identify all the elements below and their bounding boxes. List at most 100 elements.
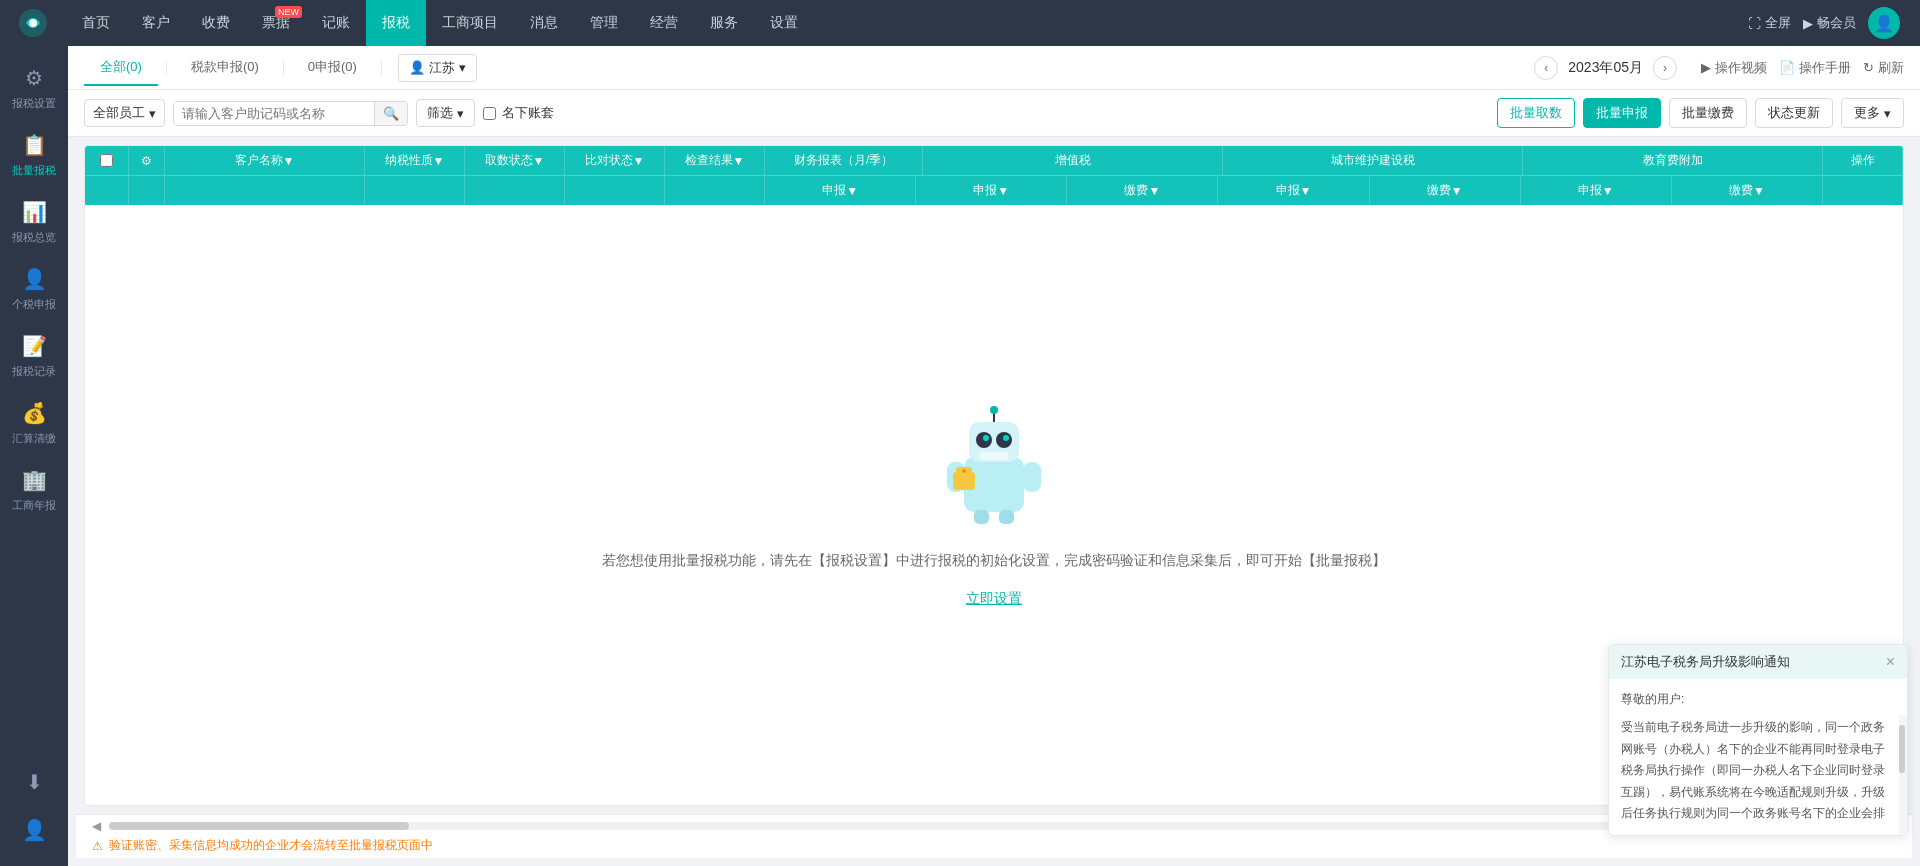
table-header: ⚙ 客户名称 ▼ 纳税性质 ▼ 取数状态 ▼ [85,146,1903,205]
video-icon: ▶ [1701,60,1711,75]
sidebar-download[interactable]: ⬇ [0,758,68,806]
nav-operation[interactable]: 经营 [634,0,694,46]
notification-header: 江苏电子税务局升级影响通知 × [1609,645,1907,679]
notification-scrollbar[interactable] [1899,715,1907,835]
nav-tax[interactable]: 报税 [366,0,426,46]
sidebar-item-tax-settings[interactable]: ⚙ 报税设置 [0,54,68,121]
notification-close-button[interactable]: × [1886,653,1895,671]
svg-rect-16 [999,510,1014,524]
sidebar-item-personal-tax[interactable]: 👤 个税申报 [0,255,68,322]
notification-body: 尊敬的用户: 受当前电子税务局进一步升级的影响，同一个政务网账号（办税人）名下的… [1609,679,1907,835]
tab-divider-2 [283,60,284,76]
sidebar-user[interactable]: 👤 [0,806,68,854]
region-selector[interactable]: 👤 江苏 ▾ [398,54,477,82]
scroll-thumb [109,822,409,830]
tax-settings-icon: ⚙ [20,64,48,92]
th2-tax-spacer: . [365,176,465,205]
app-logo[interactable] [10,0,56,46]
th2-vat-report: 申报 ▼ [916,176,1067,205]
th-finance-group: 财务报表（月/季） [765,146,923,175]
select-all-checkbox[interactable] [100,154,113,167]
sort-icon-vat-report: ▼ [997,184,1009,198]
sidebar-item-tax-overview[interactable]: 📊 报税总览 [0,188,68,255]
robot-illustration [929,402,1059,532]
th2-vat-pay: 缴费 ▼ [1067,176,1218,205]
th-edu-group: 教育费附加 [1523,146,1823,175]
sub-account-check-input[interactable] [483,107,496,120]
notification-greeting: 尊敬的用户: [1621,689,1895,711]
nav-invoice[interactable]: 票据 NEW [246,0,306,46]
nav-accounting[interactable]: 记账 [306,0,366,46]
empty-message: 若您想使用批量报税功能，请先在【报税设置】中进行报税的初始化设置，完成密码验证和… [602,548,1386,573]
sort-icon-fetch: ▼ [533,154,545,168]
search-input[interactable] [174,102,374,125]
nav-message[interactable]: 消息 [514,0,574,46]
th2-finance-report: 申报 ▼ [765,176,916,205]
th-checkbox[interactable] [85,146,129,175]
employee-select[interactable]: 全部员工 ▾ [84,99,165,127]
tab-right-actions: ▶ 操作视频 📄 操作手册 ↻ 刷新 [1701,59,1904,77]
sort-icon-city-pay: ▼ [1451,184,1463,198]
user-avatar[interactable]: 👤 [1868,7,1900,39]
toolbar: 全部员工 ▾ 🔍 筛选 ▾ 名下账套 批量取数 批量申报 批量缴费 状态更新 [68,90,1920,137]
operation-manual-link[interactable]: 📄 操作手册 [1779,59,1851,77]
notification-title: 江苏电子税务局升级影响通知 [1621,653,1790,671]
tab-zero-report[interactable]: 0申报(0) [292,50,373,86]
header-row-2: . . . . . . . 申报 ▼ 申报 [85,175,1903,205]
nav-settings[interactable]: 设置 [754,0,814,46]
warning-icon: ⚠ [92,839,103,853]
filter-dropdown-icon: ▾ [457,106,464,121]
more-dropdown-icon: ▾ [1884,106,1891,121]
sidebar-item-annual-report[interactable]: 🏢 工商年报 [0,456,68,523]
sort-icon-vat-pay: ▼ [1148,184,1160,198]
batch-report-button[interactable]: 批量申报 [1583,98,1661,128]
nav-service[interactable]: 服务 [694,0,754,46]
th2-settings-spacer: . [129,176,165,205]
nav-fee[interactable]: 收费 [186,0,246,46]
header-row-1: ⚙ 客户名称 ▼ 纳税性质 ▼ 取数状态 ▼ [85,146,1903,175]
operation-video-link[interactable]: ▶ 操作视频 [1701,59,1767,77]
top-right-actions: ⛶ 全屏 ▶ 畅会员 👤 [1748,7,1900,39]
tab-tax-report[interactable]: 税款申报(0) [175,50,275,86]
filter-button[interactable]: 筛选 ▾ [416,99,475,127]
month-navigator: ‹ 2023年05月 › [1534,56,1677,80]
sidebar-item-annual-settlement[interactable]: 💰 汇算清缴 [0,389,68,456]
scroll-left-arrow[interactable]: ◀ [92,819,101,833]
nav-management[interactable]: 管理 [574,0,634,46]
th-ratio-status: 比对状态 ▼ [565,146,665,175]
search-button[interactable]: 🔍 [374,102,407,125]
tab-divider-1 [166,60,167,76]
sidebar-item-tax-record[interactable]: 📝 报税记录 [0,322,68,389]
month-next-button[interactable]: › [1653,56,1677,80]
employee-select-label: 全部员工 [93,104,145,122]
user-icon: 👤 [20,816,48,844]
region-icon: 👤 [409,60,425,75]
toolbar-right-actions: 批量取数 批量申报 批量缴费 状态更新 更多 ▾ [1497,98,1904,128]
tab-all[interactable]: 全部(0) [84,50,158,86]
vip-icon: ▶ [1803,16,1813,31]
sidebar-item-batch-tax[interactable]: 📋 批量报税 [0,121,68,188]
more-button[interactable]: 更多 ▾ [1841,98,1904,128]
notification-panel: 江苏电子税务局升级影响通知 × 尊敬的用户: 受当前电子税务局进一步升级的影响，… [1608,644,1908,836]
svg-rect-12 [1023,462,1041,492]
svg-rect-15 [974,510,989,524]
top-navigation: 首页 客户 收费 票据 NEW 记账 报税 工商项目 消息 管理 经营 服务 设… [0,0,1920,46]
th-settings-icon[interactable]: ⚙ [129,146,165,175]
fullscreen-button[interactable]: ⛶ 全屏 [1748,14,1791,32]
month-prev-button[interactable]: ‹ [1534,56,1558,80]
th2-edu-pay: 缴费 ▼ [1672,176,1823,205]
sub-account-checkbox[interactable]: 名下账套 [483,104,554,122]
svg-point-1 [29,19,37,27]
sort-icon-tax: ▼ [433,154,445,168]
sidebar-bottom: ⬇ 👤 [0,758,68,866]
status-update-button[interactable]: 状态更新 [1755,98,1833,128]
nav-business[interactable]: 工商项目 [426,0,514,46]
batch-pay-button[interactable]: 批量缴费 [1669,98,1747,128]
setup-link[interactable]: 立即设置 [966,590,1022,608]
employee-select-dropdown-icon: ▾ [149,106,156,121]
vip-button[interactable]: ▶ 畅会员 [1803,14,1856,32]
refresh-button[interactable]: ↻ 刷新 [1863,59,1904,77]
nav-customer[interactable]: 客户 [126,0,186,46]
nav-home[interactable]: 首页 [66,0,126,46]
batch-fetch-button[interactable]: 批量取数 [1497,98,1575,128]
